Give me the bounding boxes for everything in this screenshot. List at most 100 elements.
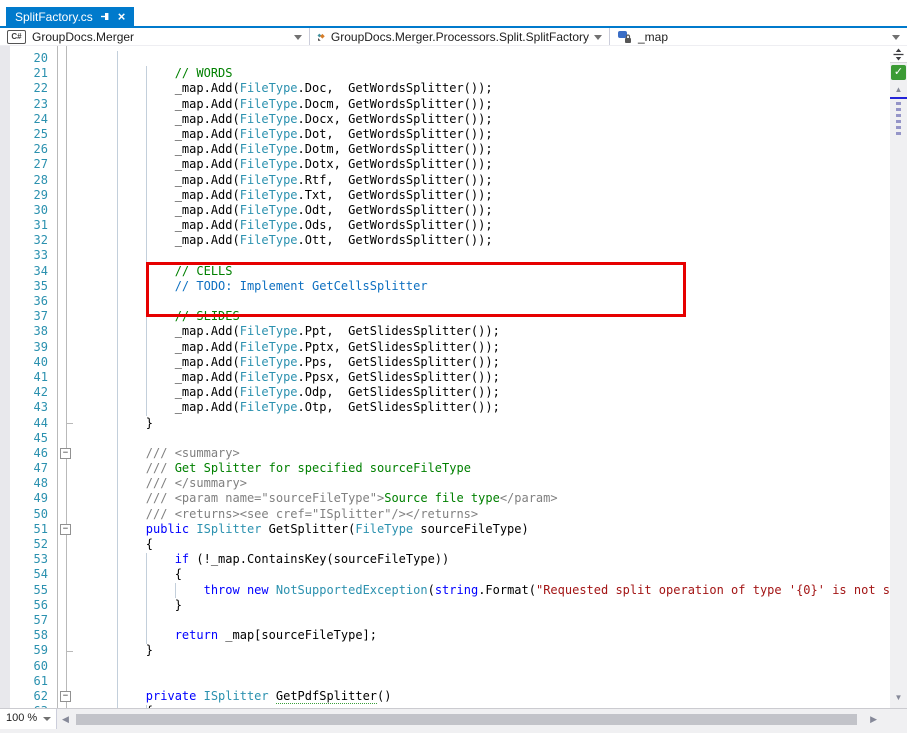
chevron-down-icon[interactable] [594,35,602,40]
line-number: 20 [33,51,48,65]
project-dropdown[interactable]: C# GroupDocs.Merger [0,28,310,45]
vs-editor-window: SplitFactory.cs × C# GroupDocs.Merger Gr… [0,0,907,733]
code-line: // WORDS [88,66,233,81]
line-number: 55 [33,582,48,597]
outlining-margin [48,127,76,142]
chevron-down-icon[interactable] [892,35,900,40]
scrollbar-mark [896,102,901,105]
line-number: 56 [33,597,48,612]
member-dropdown[interactable]: _map [610,28,907,45]
outlining-margin [48,66,76,81]
code-editor[interactable]: 20 21 // WORDS 22 _map.Add(FileType.Doc, G… [0,46,907,708]
scroll-right-arrow[interactable]: ▶ [870,714,877,725]
scrollbar-mark [896,132,901,135]
line-number: 46 [33,445,48,460]
navigation-bar: C# GroupDocs.Merger GroupDocs.Merger.Pro… [0,28,907,46]
code-line: _map.Add(FileType.Pptx, GetSlidesSplitte… [88,339,500,354]
line-number: 62 [33,688,48,703]
code-line: _map.Add(FileType.Doc, GetWordsSplitter(… [88,81,493,96]
line-number: 24 [33,111,48,126]
code-line: _map.Add(FileType.Odt, GetWordsSplitter(… [88,202,493,217]
scroll-up-arrow[interactable]: ▲ [890,85,907,94]
code-line: { [88,537,154,551]
line-number: 48 [33,476,48,491]
line-number: 42 [33,385,48,400]
horizontal-scrollbar[interactable]: ◀ ▶ [57,709,890,729]
outlining-margin [48,476,76,491]
fold-collapse-box[interactable]: − [60,691,71,703]
line-number: 43 [33,400,48,415]
outlining-margin [48,598,76,613]
vertical-scrollbar[interactable]: ✓ ▲ ▼ [890,46,907,708]
line-number: 26 [33,142,48,157]
line-number: 50 [33,506,48,521]
code-row: 32 _map.Add(FileType.Ott, GetWordsSplitt… [0,233,890,248]
type-dropdown[interactable]: GroupDocs.Merger.Processors.Split.SplitF… [310,28,610,45]
line-number: 32 [33,233,48,248]
line-number: 41 [33,369,48,384]
zoom-control[interactable]: 100 % [0,709,57,729]
file-health-indicator[interactable]: ✓ [891,65,906,80]
code-row: 22 _map.Add(FileType.Doc, GetWordsSplitt… [0,81,890,96]
code-line: if (!_map.ContainsKey(sourceFileType)) [174,552,450,567]
scroll-left-arrow[interactable]: ◀ [62,714,69,725]
code-row: 42 _map.Add(FileType.Odp, GetSlidesSplit… [0,385,890,400]
scrollbar-corner [890,709,907,733]
code-row: 54 { [0,567,890,582]
code-line: _map.Add(FileType.Ppt, GetSlidesSplitter… [88,324,500,339]
code-line: /// <returns><see cref="ISplitter"/></re… [88,506,479,521]
class-icon [317,33,325,41]
code-line: /// <summary> [88,445,240,460]
outlining-margin [48,552,76,567]
scroll-down-arrow[interactable]: ▼ [890,693,907,702]
chevron-down-icon[interactable] [294,35,302,40]
scrollbar-mark [896,114,901,117]
line-number: 51 [33,521,48,536]
chevron-down-icon[interactable] [43,717,51,721]
code-line: return _map[sourceFileType]; [174,628,378,643]
horizontal-scrollbar-thumb[interactable] [76,714,857,725]
fold-collapse-box[interactable]: − [60,524,71,536]
outlining-margin [48,97,76,112]
code-row: 28 _map.Add(FileType.Rtf, GetWordsSplitt… [0,173,890,188]
line-number: 45 [33,430,48,445]
outlining-margin [48,385,76,400]
line-number: 30 [33,202,48,217]
outlining-margin [48,248,76,263]
code-line: } [88,643,154,658]
outlining-margin [48,674,76,689]
code-row: 26 _map.Add(FileType.Dotm, GetWordsSplit… [0,142,890,157]
fold-collapse-box[interactable]: − [60,448,71,460]
scope-end-tick [66,422,73,424]
code-line: _map.Add(FileType.Dotm, GetWordsSplitter… [88,142,493,157]
check-icon: ✓ [893,66,904,78]
outlining-margin [48,567,76,582]
splitter-handle[interactable] [890,46,907,63]
outlining-margin [48,507,76,522]
code-row: 62 private ISplitter GetPdfSplitter() [0,688,890,704]
private-field-icon [618,30,631,43]
outlining-margin [48,324,76,339]
outlining-margin [48,157,76,172]
code-row: 41 _map.Add(FileType.Ppsx, GetSlidesSpli… [0,370,890,385]
line-number: 60 [33,658,48,673]
code-row: 59 } [0,643,890,658]
code-line: /// </summary> [88,476,247,491]
pin-icon[interactable] [100,11,111,22]
split-window-icon [893,48,904,60]
document-tab[interactable]: SplitFactory.cs × [6,7,135,26]
outlining-margin [48,142,76,157]
line-number: 38 [33,324,48,339]
code-row: 45 [0,431,890,446]
outlining-margin [48,81,76,96]
close-icon[interactable]: × [118,10,126,23]
project-dropdown-label: GroupDocs.Merger [32,29,135,44]
code-line: _map.Add(FileType.Rtf, GetWordsSplitter(… [88,172,493,187]
outlining-margin [48,51,76,66]
outlining-margin [48,370,76,385]
